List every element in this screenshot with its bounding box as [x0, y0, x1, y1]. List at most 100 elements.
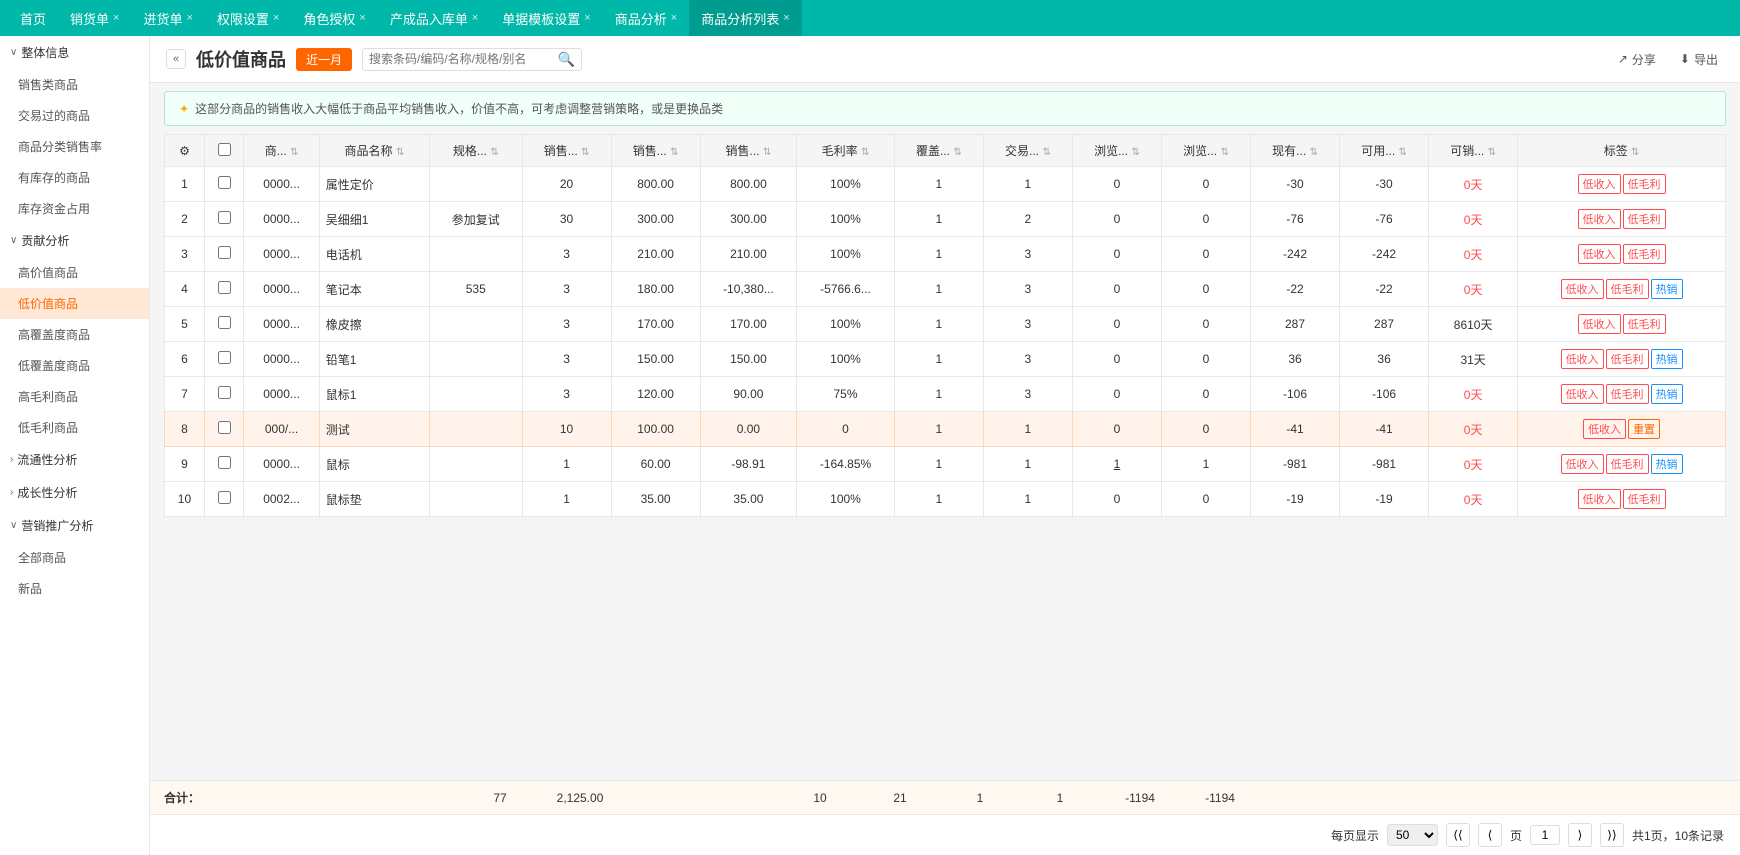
sidebar-group-marketing[interactable]: ∨ 营销推广分析	[0, 509, 149, 542]
row-checkbox[interactable]	[218, 316, 231, 329]
sidebar-item-traded-goods[interactable]: 交易过的商品	[0, 100, 149, 131]
cell-sale2: -10,380...	[700, 272, 797, 307]
nav-permissions[interactable]: 权限设置 ×	[205, 0, 291, 36]
footer-sale-qty: 77	[460, 791, 540, 805]
cell-stock1: -22	[1251, 272, 1340, 307]
sidebar-item-inventory-fund[interactable]: 库存资金占用	[0, 193, 149, 224]
cell-checkbox[interactable]	[204, 202, 243, 237]
th-checkbox[interactable]	[204, 135, 243, 167]
filter-recent-month-button[interactable]: 近一月	[296, 48, 352, 71]
th-sale-qty[interactable]: 销售... ⇅	[522, 135, 611, 167]
sidebar-group-contribution[interactable]: ∨ 贡献分析	[0, 224, 149, 257]
search-icon[interactable]: 🔍	[558, 51, 575, 68]
nav-sales-order[interactable]: 销货单 ×	[58, 0, 131, 36]
close-icon[interactable]: ×	[783, 12, 789, 24]
row-checkbox[interactable]	[218, 386, 231, 399]
close-icon[interactable]: ×	[113, 12, 119, 24]
sidebar-item-all-goods[interactable]: 全部商品	[0, 542, 149, 573]
cell-trade: 2	[983, 202, 1072, 237]
last-page-button[interactable]: ⟩⟩	[1600, 823, 1624, 847]
th-settings[interactable]: ⚙	[165, 135, 205, 167]
row-checkbox[interactable]	[218, 421, 231, 434]
cell-checkbox[interactable]	[204, 377, 243, 412]
sidebar-group-growth[interactable]: › 成长性分析	[0, 476, 149, 509]
export-button[interactable]: ⬇ 导出	[1674, 48, 1724, 71]
close-icon[interactable]: ×	[273, 12, 279, 24]
nav-purchase-order[interactable]: 进货单 ×	[131, 0, 204, 36]
sidebar-item-low-value[interactable]: 低价值商品	[0, 288, 149, 319]
sidebar-item-category-sales-rate[interactable]: 商品分类销售率	[0, 131, 149, 162]
th-name[interactable]: 商品名称 ⇅	[319, 135, 429, 167]
row-checkbox[interactable]	[218, 246, 231, 259]
nav-template-settings[interactable]: 单据模板设置 ×	[490, 0, 602, 36]
row-checkbox[interactable]	[218, 351, 231, 364]
row-checkbox[interactable]	[218, 211, 231, 224]
cell-checkbox[interactable]	[204, 237, 243, 272]
sidebar-item-stock-goods[interactable]: 有库存的商品	[0, 162, 149, 193]
select-all-checkbox[interactable]	[218, 143, 231, 156]
nav-product-analysis-list[interactable]: 商品分析列表 ×	[689, 0, 801, 36]
cell-spec	[430, 342, 523, 377]
nav-product-analysis[interactable]: 商品分析 ×	[603, 0, 689, 36]
th-browse2[interactable]: 浏览... ⇅	[1161, 135, 1250, 167]
cell-code: 0000...	[244, 307, 319, 342]
nav-home[interactable]: 首页	[8, 0, 58, 36]
th-code[interactable]: 商... ⇅	[244, 135, 319, 167]
sidebar-item-low-coverage[interactable]: 低覆盖度商品	[0, 350, 149, 381]
cell-checkbox[interactable]	[204, 482, 243, 517]
cell-no: 9	[165, 447, 205, 482]
cell-browse1: 0	[1072, 342, 1161, 377]
row-checkbox[interactable]	[218, 281, 231, 294]
sidebar-item-sales-goods[interactable]: 销售类商品	[0, 69, 149, 100]
close-icon[interactable]: ×	[186, 12, 192, 24]
browse-link[interactable]: 1	[1114, 457, 1121, 471]
th-coverage[interactable]: 覆盖... ⇅	[894, 135, 983, 167]
sidebar-item-low-margin[interactable]: 低毛利商品	[0, 412, 149, 443]
th-tags[interactable]: 标签 ⇅	[1518, 135, 1726, 167]
first-page-button[interactable]: ⟨⟨	[1446, 823, 1470, 847]
page-number-input[interactable]	[1530, 825, 1560, 845]
th-stock2[interactable]: 可用... ⇅	[1340, 135, 1429, 167]
th-margin[interactable]: 毛利率 ⇅	[797, 135, 895, 167]
close-icon[interactable]: ×	[472, 12, 478, 24]
cell-spec	[430, 237, 523, 272]
th-spec[interactable]: 规格... ⇅	[430, 135, 523, 167]
sidebar-group-circulation[interactable]: › 流通性分析	[0, 443, 149, 476]
cell-browse1[interactable]: 1	[1072, 447, 1161, 482]
th-stock3[interactable]: 可销... ⇅	[1429, 135, 1518, 167]
cell-checkbox[interactable]	[204, 412, 243, 447]
th-sale-amount2[interactable]: 销售... ⇅	[700, 135, 797, 167]
th-trade[interactable]: 交易... ⇅	[983, 135, 1072, 167]
cell-no: 2	[165, 202, 205, 237]
cell-checkbox[interactable]	[204, 447, 243, 482]
row-checkbox[interactable]	[218, 456, 231, 469]
prev-page-button[interactable]: ⟨	[1478, 823, 1502, 847]
cell-checkbox[interactable]	[204, 167, 243, 202]
next-page-button[interactable]: ⟩	[1568, 823, 1592, 847]
sidebar-group-overall[interactable]: ∨ 整体信息	[0, 36, 149, 69]
sidebar-item-high-margin[interactable]: 高毛利商品	[0, 381, 149, 412]
cell-checkbox[interactable]	[204, 307, 243, 342]
share-button[interactable]: ↗ 分享	[1612, 48, 1662, 71]
search-input[interactable]	[369, 52, 558, 66]
sidebar-item-high-coverage[interactable]: 高覆盖度商品	[0, 319, 149, 350]
close-icon[interactable]: ×	[359, 12, 365, 24]
row-checkbox[interactable]	[218, 176, 231, 189]
page-size-select[interactable]: 50 100	[1387, 824, 1438, 846]
th-browse1[interactable]: 浏览... ⇅	[1072, 135, 1161, 167]
th-stock1[interactable]: 现有... ⇅	[1251, 135, 1340, 167]
sidebar-item-new-goods[interactable]: 新品	[0, 573, 149, 604]
collapse-sidebar-button[interactable]: «	[166, 49, 186, 69]
cell-cover: 1	[894, 237, 983, 272]
th-sale-amount1[interactable]: 销售... ⇅	[611, 135, 700, 167]
cell-checkbox[interactable]	[204, 342, 243, 377]
close-icon[interactable]: ×	[671, 12, 677, 24]
close-icon[interactable]: ×	[584, 12, 590, 24]
cell-spec	[430, 447, 523, 482]
nav-role-auth[interactable]: 角色授权 ×	[291, 0, 377, 36]
cell-spec	[430, 307, 523, 342]
row-checkbox[interactable]	[218, 491, 231, 504]
cell-checkbox[interactable]	[204, 272, 243, 307]
sidebar-item-high-value[interactable]: 高价值商品	[0, 257, 149, 288]
nav-product-warehouse[interactable]: 产成品入库单 ×	[378, 0, 490, 36]
